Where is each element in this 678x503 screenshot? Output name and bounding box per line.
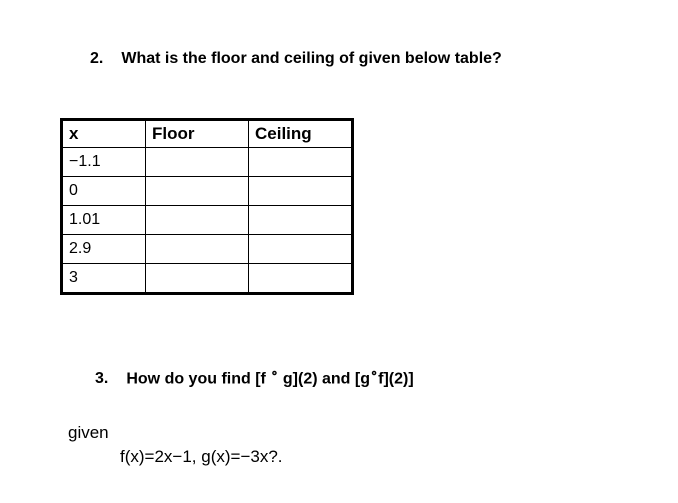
cell-ceiling — [249, 177, 353, 206]
cell-floor — [146, 264, 249, 294]
floor-ceiling-table: x Floor Ceiling −1.1 0 1.01 2.9 3 — [60, 118, 354, 295]
cell-x: 0 — [62, 177, 146, 206]
header-floor: Floor — [146, 120, 249, 148]
header-ceiling: Ceiling — [249, 120, 353, 148]
q3-text-suffix: f](2)] — [378, 370, 414, 387]
cell-ceiling — [249, 235, 353, 264]
question-2: 2. What is the floor and ceiling of given… — [60, 50, 618, 68]
cell-floor — [146, 235, 249, 264]
cell-floor — [146, 206, 249, 235]
table-row: 1.01 — [62, 206, 353, 235]
cell-floor — [146, 177, 249, 206]
composition-symbol: ∘ — [370, 365, 378, 380]
table-row: −1.1 — [62, 148, 353, 177]
q2-number: 2. — [90, 50, 103, 68]
cell-floor — [146, 148, 249, 177]
cell-ceiling — [249, 264, 353, 294]
cell-x: −1.1 — [62, 148, 146, 177]
table-header-row: x Floor Ceiling — [62, 120, 353, 148]
q2-text: What is the floor and ceiling of given b… — [121, 50, 501, 67]
question-3: 3.How do you find [f ∘ g](2) and [g∘f](2… — [60, 365, 618, 388]
formula-text: f(x)=2x−1, g(x)=−3x?. — [60, 447, 618, 467]
table-row: 0 — [62, 177, 353, 206]
q3-number: 3. — [95, 370, 108, 388]
cell-x: 1.01 — [62, 206, 146, 235]
q3-text-prefix: How do you find [f — [126, 370, 270, 387]
table-row: 3 — [62, 264, 353, 294]
cell-ceiling — [249, 148, 353, 177]
cell-x: 3 — [62, 264, 146, 294]
table-row: 2.9 — [62, 235, 353, 264]
cell-ceiling — [249, 206, 353, 235]
header-x: x — [62, 120, 146, 148]
given-label: given — [60, 423, 618, 443]
q3-text-mid: g](2) and [g — [278, 370, 370, 387]
cell-x: 2.9 — [62, 235, 146, 264]
